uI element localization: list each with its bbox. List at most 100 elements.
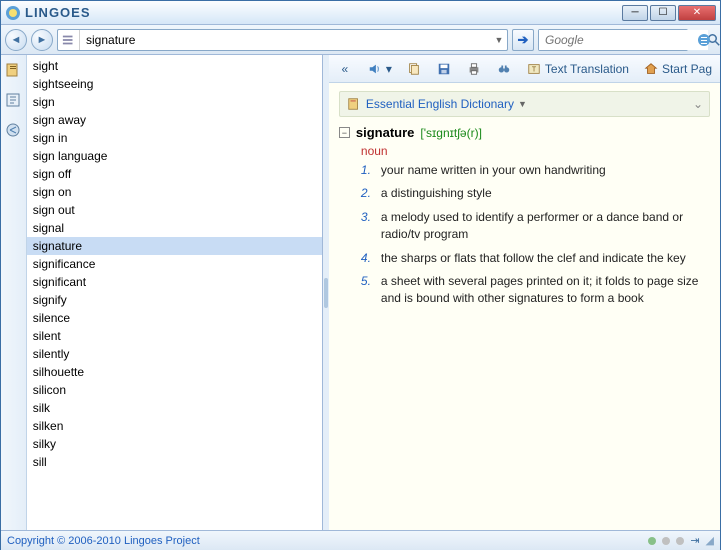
index-tab-icon[interactable] [4, 61, 22, 79]
find-button[interactable] [492, 58, 516, 80]
definition-number: 4. [361, 250, 381, 267]
definition-item: 5.a sheet with several pages printed on … [361, 273, 710, 308]
guide-tab-icon[interactable] [4, 91, 22, 109]
word-item[interactable]: significance [27, 255, 322, 273]
status-dot-green [648, 537, 656, 545]
svg-text:T: T [532, 66, 537, 73]
floppy-icon [436, 61, 452, 77]
copyright-text: Copyright © 2006-2010 Lingoes Project [7, 535, 200, 547]
word-item[interactable]: sign off [27, 165, 322, 183]
definition-item: 3.a melody used to identify a performer … [361, 209, 710, 244]
appendix-tab-icon[interactable] [4, 121, 22, 139]
binoculars-icon [496, 61, 512, 77]
minimize-button[interactable]: ─ [622, 5, 648, 21]
lingoes-icon [5, 5, 21, 21]
print-button[interactable] [462, 58, 486, 80]
definition-text: your name written in your own handwritin… [381, 162, 710, 179]
definition-number: 5. [361, 273, 381, 308]
pin-icon[interactable]: ⇥ [690, 534, 699, 547]
main-area: sightsightseeingsignsign awaysign insign… [1, 55, 720, 530]
word-item[interactable]: sill [27, 453, 322, 471]
word-item[interactable]: silicon [27, 381, 322, 399]
text-translation-button[interactable]: T Text Translation [522, 58, 633, 80]
word-item[interactable]: silently [27, 345, 322, 363]
speaker-icon [367, 61, 383, 77]
word-item[interactable]: silk [27, 399, 322, 417]
app-title: LINGOES [25, 5, 91, 20]
word-item[interactable]: silken [27, 417, 322, 435]
definitions-list: 1.your name written in your own handwrit… [339, 162, 710, 308]
definition-text: a melody used to identify a performer or… [381, 209, 710, 244]
save-button[interactable] [432, 58, 456, 80]
word-item[interactable]: sign in [27, 129, 322, 147]
splitter-handle-icon [324, 278, 328, 308]
status-bar: Copyright © 2006-2010 Lingoes Project ⇥ … [1, 530, 720, 550]
word-item[interactable]: sign on [27, 183, 322, 201]
app-logo: LINGOES [5, 5, 91, 21]
content-pane: « ▾ T Text Translation Start Pag Essenti… [329, 55, 720, 530]
word-item[interactable]: silky [27, 435, 322, 453]
collapse-button[interactable]: « [333, 58, 357, 80]
go-button[interactable]: ➔ [512, 29, 534, 51]
expand-icon[interactable]: ⌄ [693, 97, 703, 111]
close-button[interactable]: ✕ [678, 5, 716, 21]
search-field-wrap: ▼ [57, 29, 508, 51]
word-item[interactable]: significant [27, 273, 322, 291]
start-page-label: Start Pag [662, 62, 712, 76]
word-item[interactable]: sightseeing [27, 75, 322, 93]
word-item[interactable]: signal [27, 219, 322, 237]
word-item[interactable]: sign language [27, 147, 322, 165]
definition-number: 3. [361, 209, 381, 244]
dictionary-selector[interactable]: Essential English Dictionary ▼ ⌄ [339, 91, 710, 117]
word-list[interactable]: sightsightseeingsignsign awaysign insign… [27, 55, 323, 530]
definition-text: a sheet with several pages printed on it… [381, 273, 710, 308]
word-item[interactable]: signify [27, 291, 322, 309]
definition-number: 1. [361, 162, 381, 179]
dictionary-icon [346, 96, 362, 112]
search-dropdown-icon[interactable]: ▼ [491, 35, 507, 45]
sidebar-tabs [1, 55, 27, 530]
word-item[interactable]: sight [27, 57, 322, 75]
forward-button[interactable]: ► [31, 29, 53, 51]
window-controls: ─ ☐ ✕ [622, 5, 716, 21]
definition-item: 4.the sharps or flats that follow the cl… [361, 250, 710, 267]
home-icon [643, 61, 659, 77]
pronunciation: ['sɪɡnɪtʃə(r)] [420, 126, 482, 140]
search-input[interactable] [80, 30, 491, 50]
copy-icon [406, 61, 422, 77]
definition-text: the sharps or flats that follow the clef… [381, 250, 710, 267]
back-button[interactable]: ◄ [5, 29, 27, 51]
main-menu-button[interactable] [692, 29, 716, 51]
dictionary-dropdown-icon: ▼ [518, 99, 527, 109]
copy-button[interactable] [402, 58, 426, 80]
part-of-speech: noun [339, 144, 710, 158]
text-translation-label: Text Translation [545, 62, 629, 76]
word-item[interactable]: sign out [27, 201, 322, 219]
headword: signature [356, 125, 415, 140]
search-mode-icon[interactable] [58, 30, 80, 50]
word-item[interactable]: silhouette [27, 363, 322, 381]
word-item[interactable]: sign away [27, 111, 322, 129]
titlebar: LINGOES ─ ☐ ✕ [1, 1, 720, 25]
web-search-input[interactable] [539, 30, 708, 50]
entry-header: − signature ['sɪɡnɪtʃə(r)] [339, 125, 710, 140]
splitter[interactable] [323, 55, 329, 530]
chevron-left-icon: « [337, 61, 353, 77]
resize-grip-icon[interactable]: ◢ [706, 534, 714, 547]
status-dot-grey [662, 537, 670, 545]
speak-button[interactable]: ▾ [363, 58, 396, 80]
start-page-button[interactable]: Start Pag [639, 58, 716, 80]
search-toolbar: ◄ ► ▼ ➔ ▼ [1, 25, 720, 55]
maximize-button[interactable]: ☐ [650, 5, 676, 21]
word-item[interactable]: signature [27, 237, 322, 255]
definition-text: a distinguishing style [381, 185, 710, 202]
web-search-wrap: ▼ [538, 29, 688, 51]
word-item[interactable]: silent [27, 327, 322, 345]
status-dot-grey2 [676, 537, 684, 545]
status-indicators: ⇥ ◢ [648, 534, 714, 547]
definition-item: 1.your name written in your own handwrit… [361, 162, 710, 179]
collapse-entry-icon[interactable]: − [339, 127, 350, 138]
word-item[interactable]: sign [27, 93, 322, 111]
word-item[interactable]: silence [27, 309, 322, 327]
definition-item: 2.a distinguishing style [361, 185, 710, 202]
